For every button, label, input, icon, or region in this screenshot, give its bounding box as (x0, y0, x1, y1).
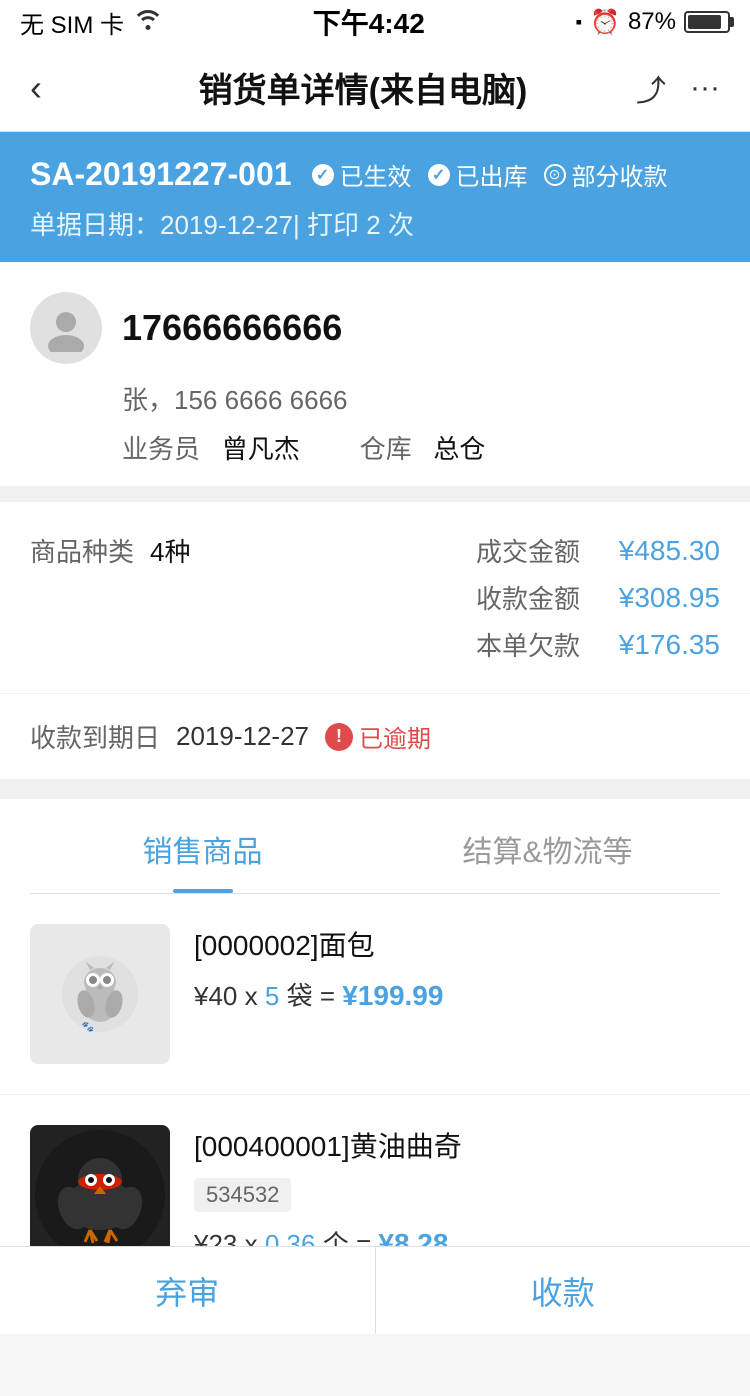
status-right: ⬝ ⏰ 87% (575, 8, 730, 37)
product-total-1: ¥199.99 (342, 980, 443, 1011)
tabs-row: 销售商品 结算&物流等 (30, 799, 720, 894)
overdue-badge: ! 已逾期 (325, 719, 431, 754)
due-amount-value: ¥176.35 (600, 629, 720, 661)
customer-name-phone: 张，156 6666 6666 (122, 380, 720, 417)
divider-1 (0, 486, 750, 502)
more-icon[interactable]: ··· (690, 71, 720, 105)
clock-icon: ⊙ (544, 164, 566, 186)
product-list: 🐾 [0000002]面包 ¥40 x 5 袋 = ¥199.99 (0, 894, 750, 1296)
page-title: 销货单详情(来自电脑) (90, 63, 636, 112)
status-label-3: 部分收款 (572, 157, 668, 192)
tabs-section: 销售商品 结算&物流等 (0, 799, 750, 894)
order-date-label: 单据日期： (30, 210, 160, 240)
product-item-1: 🐾 [0000002]面包 ¥40 x 5 袋 = ¥199.99 (0, 894, 750, 1095)
collect-payment-button[interactable]: 收款 (376, 1247, 750, 1334)
product-name-2: [000400001]黄油曲奇 (194, 1125, 720, 1165)
product-types-label: 商品种类 (30, 532, 134, 569)
sales-label: 业务员 (122, 434, 200, 464)
battery-icon (684, 11, 730, 33)
customer-section: 17666666666 张，156 6666 6666 业务员 曾凡杰 仓库 总… (0, 262, 750, 486)
back-button[interactable]: ‹ (30, 67, 90, 109)
status-badge-shipped: ✓ 已出库 (428, 157, 528, 192)
svg-text:🐾: 🐾 (82, 1021, 94, 1033)
product-placeholder-1: 🐾 (30, 924, 170, 1064)
order-number: SA-20191227-001 (30, 156, 292, 193)
status-badge-effective: ✓ 已生效 (312, 157, 412, 192)
overdue-label: 已逾期 (359, 719, 431, 754)
status-bar: 无 SIM 卡 下午4:42 ⬝ ⏰ 87% (0, 0, 750, 44)
due-date-value: 2019-12-27 (176, 721, 309, 752)
status-badges: ✓ 已生效 ✓ 已出库 ⊙ 部分收款 (312, 157, 668, 192)
due-date-section: 收款到期日 2019-12-27 ! 已逾期 (0, 693, 750, 779)
stats-row: 商品种类 4种 成交金额 ¥485.30 收款金额 ¥308.95 本单欠款 ¥… (30, 532, 720, 663)
amounts-section: 成交金额 ¥485.30 收款金额 ¥308.95 本单欠款 ¥176.35 (460, 532, 720, 663)
product-unit-1: 袋 (287, 981, 313, 1011)
nav-bar: ‹ 销货单详情(来自电脑) ⤴ ··· (0, 44, 750, 132)
received-amount-label: 收款金额 (460, 579, 580, 616)
status-left: 无 SIM 卡 (20, 5, 162, 40)
status-time: 下午4:42 (313, 2, 425, 42)
status-label-2: 已出库 (456, 157, 528, 192)
product-info-1: [0000002]面包 ¥40 x 5 袋 = ¥199.99 (194, 924, 720, 1013)
nav-right-actions: ⤴ ··· (636, 66, 720, 110)
warehouse-label: 仓库 (360, 434, 412, 464)
received-amount-value: ¥308.95 (600, 582, 720, 614)
tab-sales-products[interactable]: 销售商品 (30, 799, 375, 893)
order-date-value: 2019-12-27 (160, 210, 293, 240)
due-amount-label: 本单欠款 (460, 626, 580, 663)
tab-settlement-logistics[interactable]: 结算&物流等 (375, 799, 720, 893)
received-amount-row: 收款金额 ¥308.95 (460, 579, 720, 616)
overdue-icon: ! (325, 723, 353, 751)
product-eq-1: = (320, 981, 342, 1011)
product-sku-2: 534532 (194, 1178, 291, 1212)
warehouse-info: 仓库 总仓 (360, 429, 486, 466)
product-image-2: blackened obelisk (30, 1125, 170, 1265)
order-print-info: | 打印 2 次 (293, 210, 414, 240)
bottom-bar: 弃审 收款 (0, 1246, 750, 1334)
product-types-value: 4种 (150, 532, 190, 569)
check-icon-1: ✓ (312, 164, 334, 186)
share-icon[interactable]: ⤴ (636, 66, 666, 110)
due-amount-row: 本单欠款 ¥176.35 (460, 626, 720, 663)
customer-row: 17666666666 (30, 292, 720, 364)
customer-meta: 业务员 曾凡杰 仓库 总仓 (122, 429, 720, 466)
order-date-info: 单据日期：2019-12-27| 打印 2 次 (30, 205, 720, 242)
status-label-1: 已生效 (340, 157, 412, 192)
product-image-dark-2: blackened obelisk (30, 1125, 170, 1265)
large-divider (0, 779, 750, 799)
stats-section: 商品种类 4种 成交金额 ¥485.30 收款金额 ¥308.95 本单欠款 ¥… (0, 502, 750, 693)
product-price-1: ¥40 (194, 981, 237, 1011)
product-qty-1: 5 (265, 981, 279, 1011)
sales-info: 业务员 曾凡杰 (122, 429, 300, 466)
product-image-1: 🐾 (30, 924, 170, 1064)
customer-account[interactable]: 17666666666 (122, 307, 342, 349)
carrier-label: 无 SIM 卡 (20, 5, 124, 40)
transaction-amount-label: 成交金额 (460, 532, 580, 569)
sales-name: 曾凡杰 (222, 434, 300, 464)
warehouse-name: 总仓 (433, 434, 485, 464)
check-icon-2: ✓ (428, 164, 450, 186)
avatar (30, 292, 102, 364)
product-x-1: x (245, 981, 265, 1011)
battery-percent: 87% (628, 8, 676, 36)
location-icon: ⬝ (575, 8, 582, 36)
wifi-icon (134, 8, 162, 37)
product-info-2: [000400001]黄油曲奇 534532 ¥23 x 0.36 个 = ¥8… (194, 1125, 720, 1261)
product-name-1: [0000002]面包 (194, 924, 720, 964)
status-badge-partial: ⊙ 部分收款 (544, 157, 668, 192)
transaction-amount-row: 成交金额 ¥485.30 (460, 532, 720, 569)
product-types: 商品种类 4种 (30, 532, 190, 569)
product-price-row-1: ¥40 x 5 袋 = ¥199.99 (194, 976, 720, 1013)
cancel-review-button[interactable]: 弃审 (0, 1247, 376, 1334)
due-date-label: 收款到期日 (30, 718, 160, 755)
order-header: SA-20191227-001 ✓ 已生效 ✓ 已出库 ⊙ 部分收款 单据日期：… (0, 132, 750, 262)
transaction-amount-value: ¥485.30 (600, 535, 720, 567)
alarm-icon: ⏰ (590, 8, 620, 37)
